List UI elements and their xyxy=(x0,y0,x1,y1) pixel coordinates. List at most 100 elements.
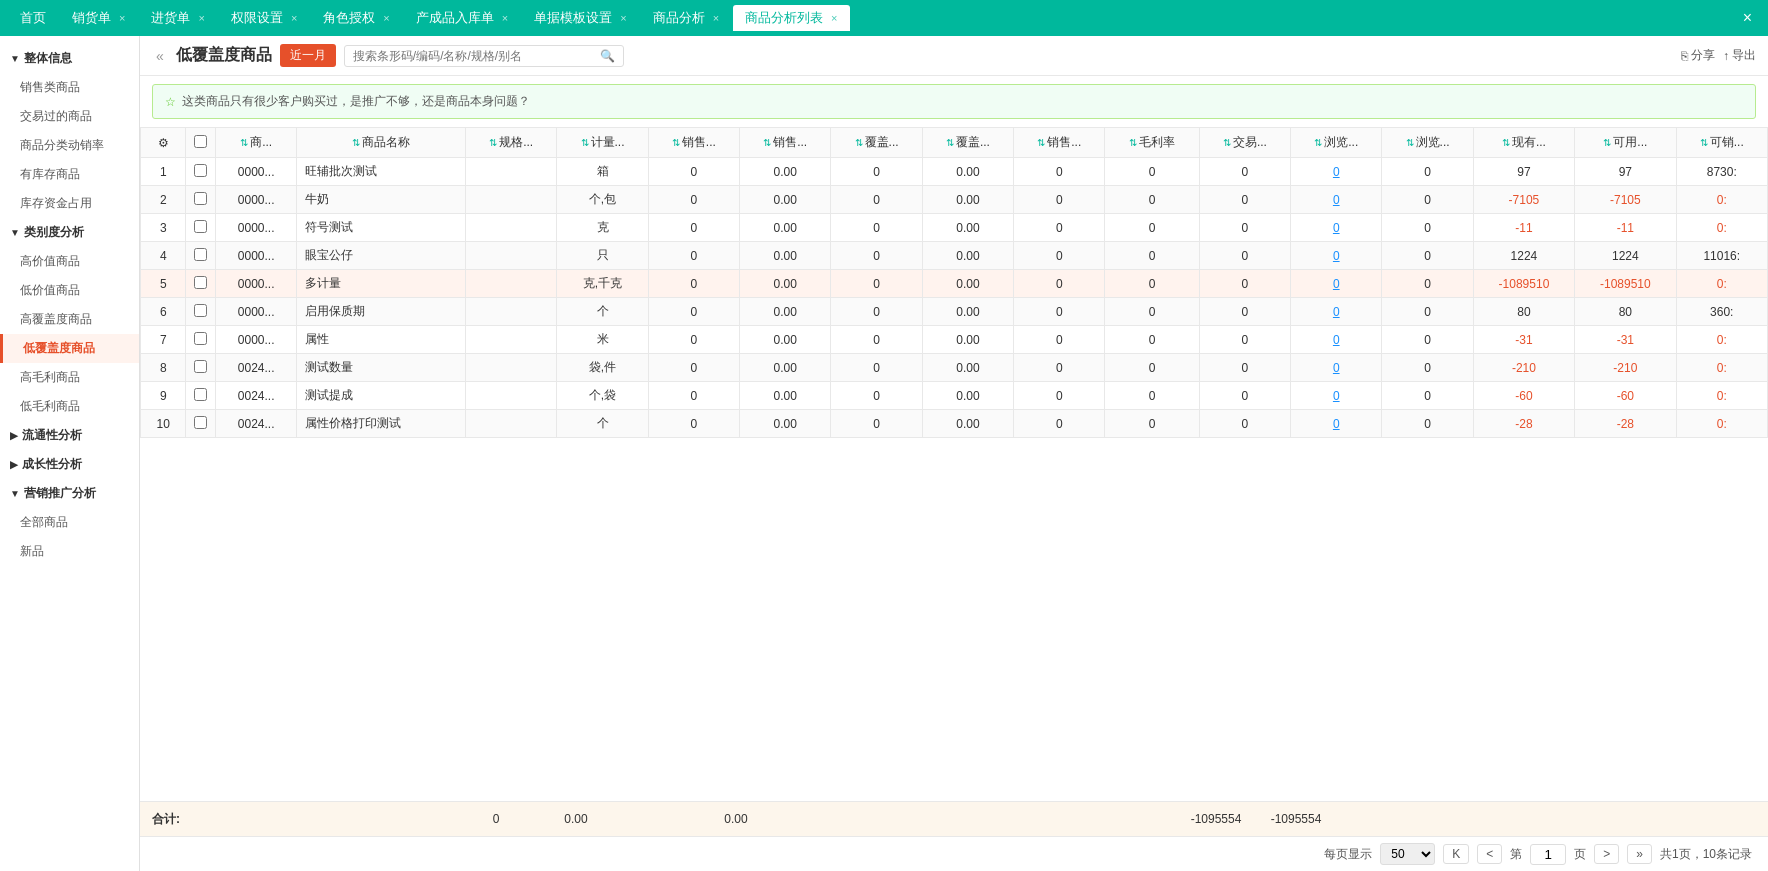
row-checkbox[interactable] xyxy=(186,298,216,326)
footer-sales3 xyxy=(776,808,856,830)
export-button[interactable]: ↑ 导出 xyxy=(1723,47,1756,64)
row-checkbox[interactable] xyxy=(186,214,216,242)
page-size-select[interactable]: 50 100 200 xyxy=(1380,843,1435,865)
page-input[interactable] xyxy=(1530,844,1566,865)
row-stock1: -1089510 xyxy=(1473,270,1574,298)
share-button[interactable]: ⎘ 分享 xyxy=(1681,47,1715,64)
sidebar-item-high-value[interactable]: 高价值商品 xyxy=(0,247,139,276)
close-icon[interactable]: × xyxy=(713,12,719,24)
close-icon[interactable]: × xyxy=(291,12,297,24)
row-checkbox[interactable] xyxy=(186,242,216,270)
nav-product-analysis[interactable]: 商品分析 × xyxy=(641,5,731,31)
row-cover1: 0 xyxy=(831,382,922,410)
browse1-col-header[interactable]: ⇅浏览... xyxy=(1291,128,1382,158)
row-name: 眼宝公仔 xyxy=(296,242,465,270)
row-browse1[interactable]: 0 xyxy=(1291,214,1382,242)
sales3-col-header[interactable]: ⇅销售... xyxy=(1014,128,1105,158)
sku-col-header[interactable]: ⇅商... xyxy=(216,128,296,158)
nav-home[interactable]: 首页 xyxy=(8,5,58,31)
close-icon[interactable]: × xyxy=(502,12,508,24)
sidebar-item-low-margin[interactable]: 低毛利商品 xyxy=(0,392,139,421)
row-checkbox[interactable] xyxy=(186,410,216,438)
table-row: 6 0000... 启用保质期 个 0 0.00 0 0.00 0 0 0 0 … xyxy=(141,298,1768,326)
row-checkbox[interactable] xyxy=(186,326,216,354)
row-browse1[interactable]: 0 xyxy=(1291,382,1382,410)
sidebar-item-traded-goods[interactable]: 交易过的商品 xyxy=(0,102,139,131)
row-name: 测试提成 xyxy=(296,382,465,410)
checkbox-col-header[interactable] xyxy=(186,128,216,158)
table-row: 3 0000... 符号测试 克 0 0.00 0 0.00 0 0 0 0 0… xyxy=(141,214,1768,242)
time-filter-button[interactable]: 近一月 xyxy=(280,44,336,67)
spec-col-header[interactable]: ⇅规格... xyxy=(466,128,557,158)
stock2-col-header[interactable]: ⇅可用... xyxy=(1575,128,1676,158)
gross-col-header[interactable]: ⇅毛利率 xyxy=(1105,128,1199,158)
stock1-col-header[interactable]: ⇅现有... xyxy=(1473,128,1574,158)
nav-purchase-order[interactable]: 进货单 × xyxy=(139,5,216,31)
row-sales-amt: 0.00 xyxy=(740,410,831,438)
select-all-checkbox[interactable] xyxy=(194,135,207,148)
sidebar-section-liquidity[interactable]: ▶ 流通性分析 xyxy=(0,421,139,450)
row-num: 7 xyxy=(141,326,186,354)
cover1-col-header[interactable]: ⇅覆盖... xyxy=(831,128,922,158)
last-page-button[interactable]: » xyxy=(1627,844,1652,864)
search-icon[interactable]: 🔍 xyxy=(600,49,615,63)
trade-col-header[interactable]: ⇅交易... xyxy=(1199,128,1290,158)
cover2-col-header[interactable]: ⇅覆盖... xyxy=(922,128,1013,158)
sidebar-item-new-goods[interactable]: 新品 xyxy=(0,537,139,566)
row-checkbox[interactable] xyxy=(186,270,216,298)
close-icon[interactable]: × xyxy=(831,12,837,24)
unit-col-header[interactable]: ⇅计量... xyxy=(557,128,648,158)
nav-role-auth[interactable]: 角色授权 × xyxy=(311,5,401,31)
row-checkbox[interactable] xyxy=(186,382,216,410)
close-icon[interactable]: × xyxy=(198,12,204,24)
prev-page-button[interactable]: < xyxy=(1477,844,1502,864)
nav-sales-order[interactable]: 销货单 × xyxy=(60,5,137,31)
sidebar-item-stocked-goods[interactable]: 有库存商品 xyxy=(0,160,139,189)
stock3-col-header[interactable]: ⇅可销... xyxy=(1676,128,1767,158)
row-browse1[interactable]: 0 xyxy=(1291,242,1382,270)
row-browse1[interactable]: 0 xyxy=(1291,158,1382,186)
name-col-header[interactable]: ⇅商品名称 xyxy=(296,128,465,158)
sidebar-section-marketing[interactable]: ▼ 营销推广分析 xyxy=(0,479,139,508)
row-checkbox[interactable] xyxy=(186,158,216,186)
row-browse1[interactable]: 0 xyxy=(1291,186,1382,214)
sidebar-section-category-analysis[interactable]: ▼ 类别度分析 xyxy=(0,218,139,247)
sidebar-collapse-button[interactable]: « xyxy=(152,46,168,66)
row-browse1[interactable]: 0 xyxy=(1291,298,1382,326)
sidebar-item-stock-capital[interactable]: 库存资金占用 xyxy=(0,189,139,218)
sales-qty-col-header[interactable]: ⇅销售... xyxy=(648,128,739,158)
nav-template-settings[interactable]: 单据模板设置 × xyxy=(522,5,638,31)
row-browse1[interactable]: 0 xyxy=(1291,326,1382,354)
row-browse1[interactable]: 0 xyxy=(1291,354,1382,382)
nav-product-analysis-list[interactable]: 商品分析列表 × xyxy=(733,5,849,31)
next-page-button[interactable]: > xyxy=(1594,844,1619,864)
first-page-button[interactable]: K xyxy=(1443,844,1469,864)
row-checkbox[interactable] xyxy=(186,354,216,382)
close-icon[interactable]: × xyxy=(119,12,125,24)
close-icon[interactable]: × xyxy=(620,12,626,24)
sidebar-item-sales-goods[interactable]: 销售类商品 xyxy=(0,73,139,102)
sidebar-item-low-coverage[interactable]: 低覆盖度商品 xyxy=(0,334,139,363)
settings-col-header[interactable]: ⚙ xyxy=(141,128,186,158)
row-stock3: 0: xyxy=(1676,214,1767,242)
sidebar-item-high-margin[interactable]: 高毛利商品 xyxy=(0,363,139,392)
row-browse1[interactable]: 0 xyxy=(1291,410,1382,438)
nav-permission-settings[interactable]: 权限设置 × xyxy=(219,5,309,31)
sidebar-section-overall[interactable]: ▼ 整体信息 xyxy=(0,44,139,73)
browse2-col-header[interactable]: ⇅浏览... xyxy=(1382,128,1473,158)
row-checkbox[interactable] xyxy=(186,186,216,214)
sidebar-item-low-value[interactable]: 低价值商品 xyxy=(0,276,139,305)
row-browse1[interactable]: 0 xyxy=(1291,270,1382,298)
sales-amt-col-header[interactable]: ⇅销售... xyxy=(740,128,831,158)
search-input[interactable] xyxy=(353,49,596,63)
close-icon[interactable]: × xyxy=(383,12,389,24)
row-browse2: 0 xyxy=(1382,382,1473,410)
sidebar-item-high-coverage[interactable]: 高覆盖度商品 xyxy=(0,305,139,334)
action-buttons: ⎘ 分享 ↑ 导出 xyxy=(1681,47,1756,64)
sidebar-item-category-rate[interactable]: 商品分类动销率 xyxy=(0,131,139,160)
sidebar-item-all-goods[interactable]: 全部商品 xyxy=(0,508,139,537)
sidebar-section-growth[interactable]: ▶ 成长性分析 xyxy=(0,450,139,479)
row-sku: 0000... xyxy=(216,298,296,326)
nav-product-inbound[interactable]: 产成品入库单 × xyxy=(404,5,520,31)
window-close-button[interactable]: × xyxy=(1735,5,1760,31)
